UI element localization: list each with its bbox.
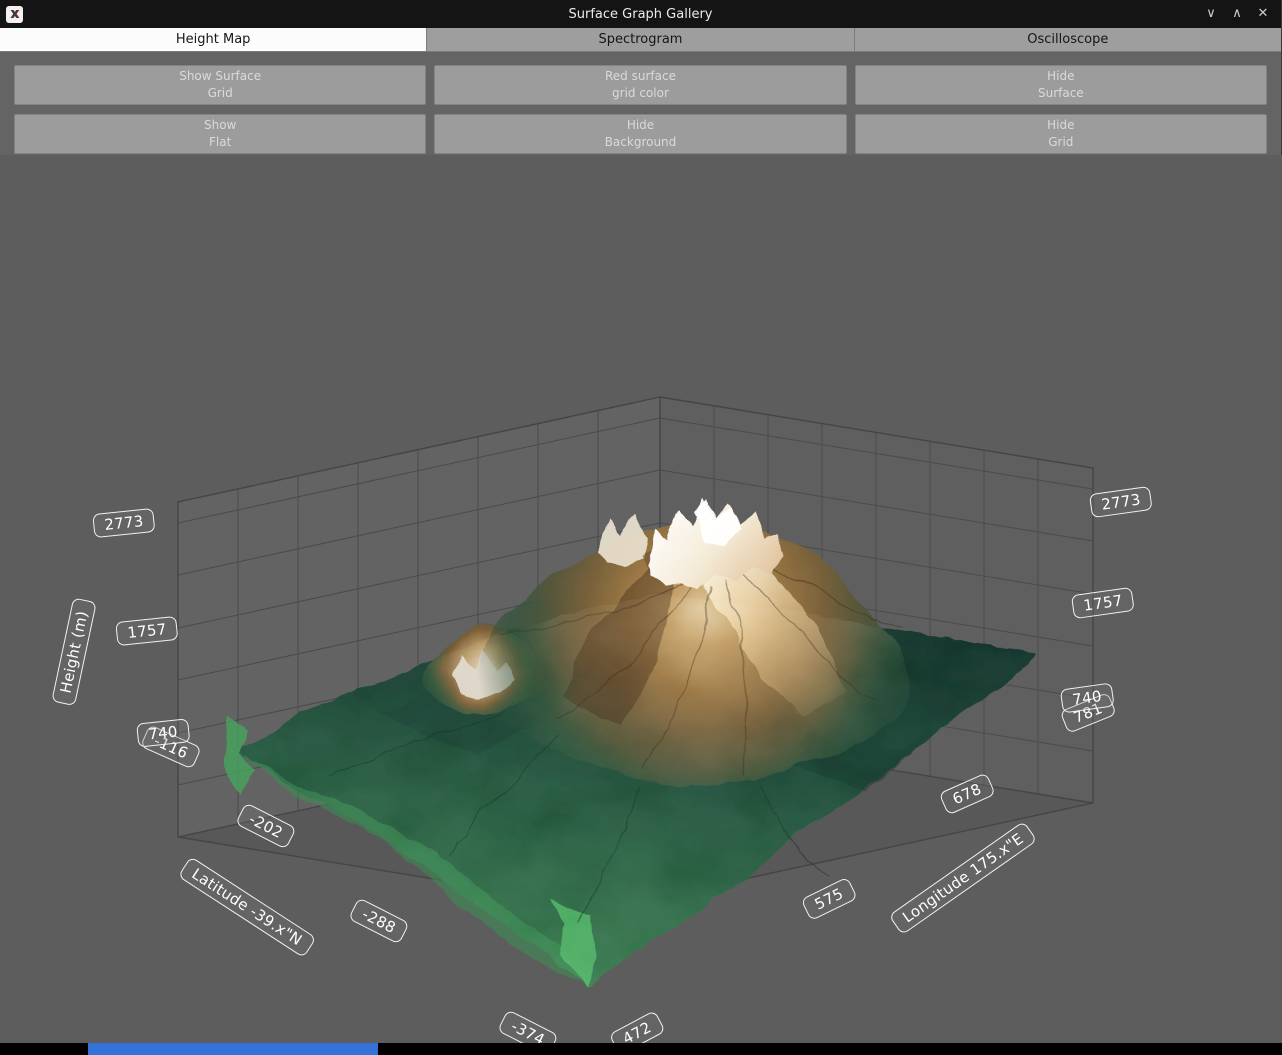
maximize-window-button[interactable]: ∧ xyxy=(1229,6,1245,22)
button-label: Grid xyxy=(1048,134,1073,151)
app-window: X Surface Graph Gallery ∨ ∧ ✕ Height Map… xyxy=(0,0,1282,1043)
close-window-button[interactable]: ✕ xyxy=(1255,6,1271,22)
button-label: Red surface xyxy=(605,68,676,85)
taskbar-active-task[interactable] xyxy=(88,1043,378,1055)
shade-window-button[interactable]: ∨ xyxy=(1203,6,1219,22)
button-label: grid color xyxy=(612,85,669,102)
window-title: Surface Graph Gallery xyxy=(0,7,1281,22)
taskbar xyxy=(0,1043,1282,1055)
button-label: Background xyxy=(605,134,677,151)
tab-oscilloscope[interactable]: Oscilloscope xyxy=(855,28,1281,51)
tab-spectrogram[interactable]: Spectrogram xyxy=(427,28,854,51)
x11-logo-icon: X xyxy=(10,8,18,21)
surface-toolbar: Show Surface Grid Red surface grid color… xyxy=(0,52,1281,154)
button-label: Grid xyxy=(208,85,233,102)
surface-grid-color-button[interactable]: Red surface grid color xyxy=(434,65,846,105)
button-label: Hide xyxy=(1047,68,1074,85)
tab-bar: Height Map Spectrogram Oscilloscope xyxy=(0,28,1281,52)
button-label: Hide xyxy=(627,117,654,134)
window-controls: ∨ ∧ ✕ xyxy=(1203,6,1281,22)
title-bar: X Surface Graph Gallery ∨ ∧ ✕ xyxy=(0,0,1281,28)
button-label: Hide xyxy=(1047,117,1074,134)
tab-height-map[interactable]: Height Map xyxy=(0,28,427,51)
hide-surface-button[interactable]: Hide Surface xyxy=(855,65,1267,105)
surface-plot-canvas[interactable]: Height (m) 2773 1757 -116 740 -202 -288 … xyxy=(0,155,1282,1043)
hide-grid-button[interactable]: Hide Grid xyxy=(855,114,1267,154)
show-surface-grid-button[interactable]: Show Surface Grid xyxy=(14,65,426,105)
button-label: Surface xyxy=(1038,85,1084,102)
button-label: Show Surface xyxy=(179,68,261,85)
hide-background-button[interactable]: Hide Background xyxy=(434,114,846,154)
show-flat-button[interactable]: Show Flat xyxy=(14,114,426,154)
button-label: Show xyxy=(204,117,236,134)
button-label: Flat xyxy=(209,134,231,151)
app-icon: X xyxy=(6,6,23,23)
